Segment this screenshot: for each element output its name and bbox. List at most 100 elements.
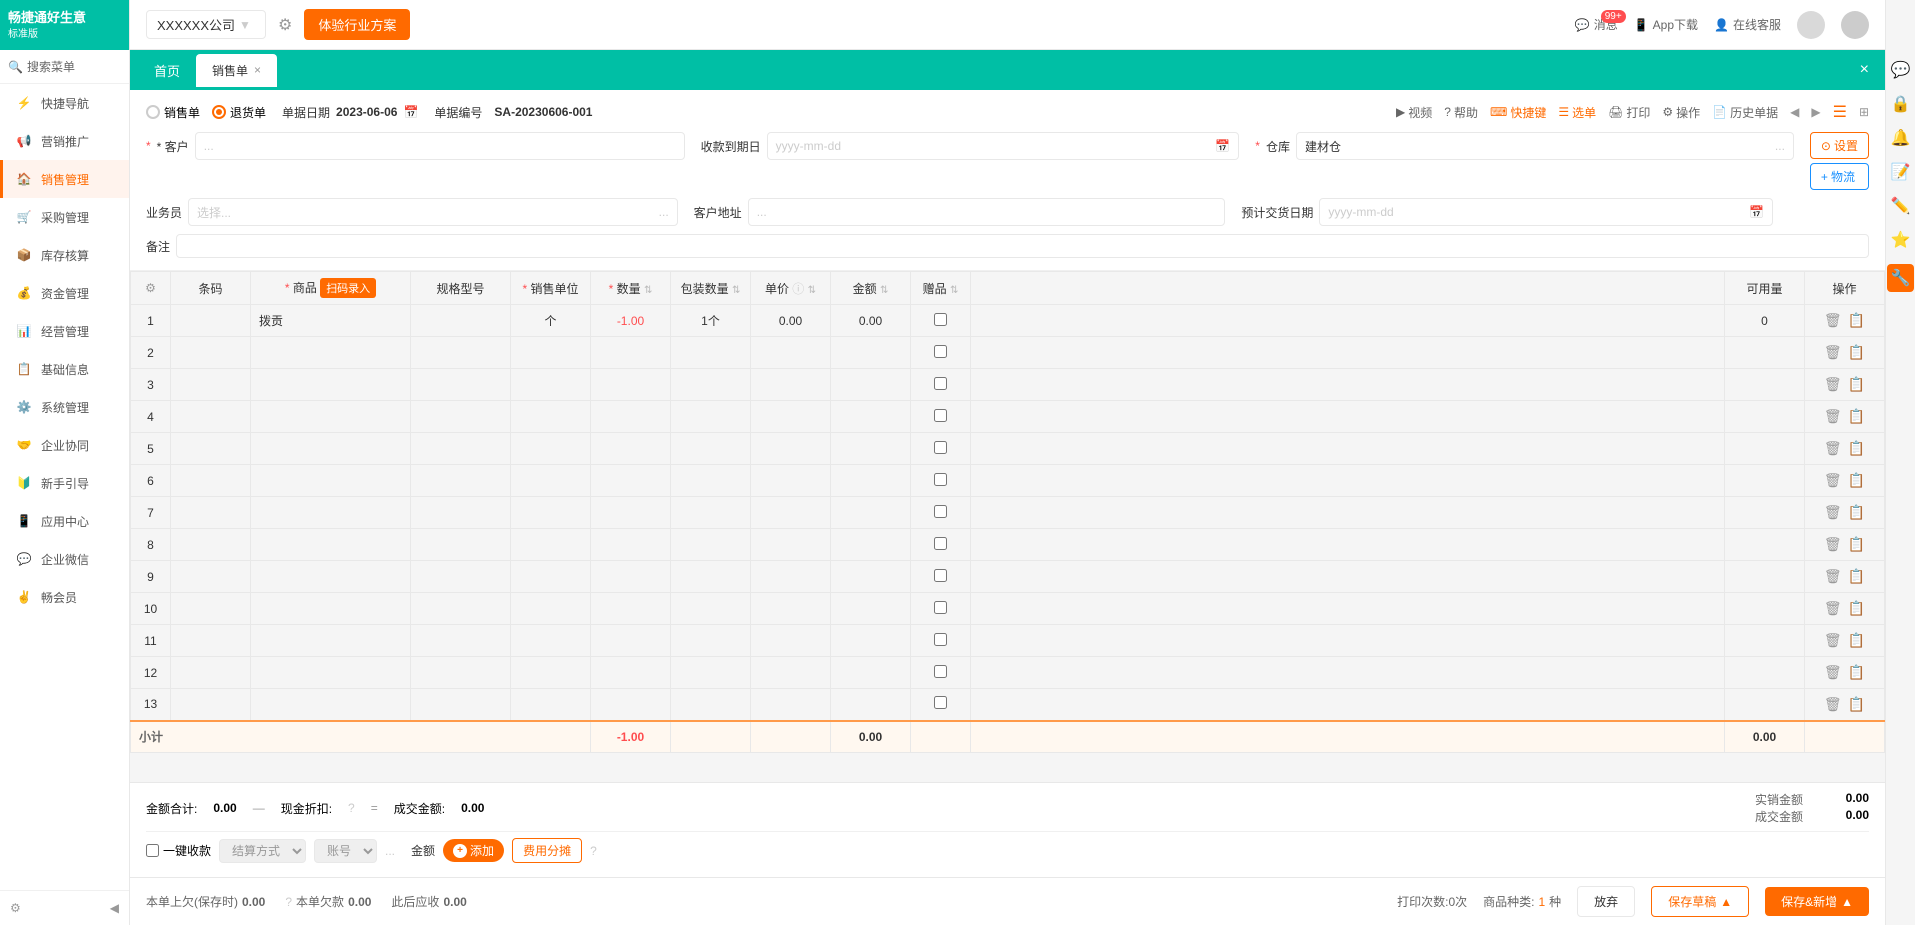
cell-unit[interactable] <box>511 369 591 401</box>
cell-qty[interactable] <box>591 465 671 497</box>
gift-checkbox[interactable] <box>934 377 947 390</box>
cell-gift[interactable] <box>911 657 971 689</box>
goods-type-value[interactable]: 1 <box>1538 895 1545 909</box>
cell-gift[interactable] <box>911 561 971 593</box>
delete-icon[interactable]: 🗑 <box>1824 344 1842 361</box>
cell-barcode[interactable] <box>171 465 251 497</box>
print-btn[interactable]: 🖨 打印 <box>1608 104 1650 121</box>
cell-amount[interactable] <box>831 497 911 529</box>
sidebar-item-member[interactable]: ✌️ 畅会员 <box>0 578 129 616</box>
cell-amount[interactable] <box>831 689 911 721</box>
gift-checkbox[interactable] <box>934 665 947 678</box>
cell-unit[interactable] <box>511 497 591 529</box>
cell-price[interactable] <box>751 529 831 561</box>
cell-amount[interactable] <box>831 433 911 465</box>
cell-amount[interactable]: 0.00 <box>831 305 911 337</box>
cell-barcode[interactable] <box>171 337 251 369</box>
radio-sales-order[interactable]: 销售单 <box>146 104 200 121</box>
delete-icon[interactable]: 🗑 <box>1824 568 1842 585</box>
cell-spec[interactable] <box>411 497 511 529</box>
cell-barcode[interactable] <box>171 529 251 561</box>
cell-goods[interactable] <box>251 401 411 433</box>
cell-spec[interactable] <box>411 593 511 625</box>
help-btn[interactable]: ? 帮助 <box>1444 104 1478 121</box>
right-panel-icon-6[interactable]: ⭐ <box>1891 230 1911 250</box>
cell-gift[interactable] <box>911 401 971 433</box>
gift-checkbox[interactable] <box>934 473 947 486</box>
due-date-calendar-icon[interactable]: 📅 <box>1215 139 1230 153</box>
cell-qty[interactable] <box>591 593 671 625</box>
copy-icon[interactable]: 📋 <box>1848 664 1865 681</box>
cell-qty[interactable] <box>591 561 671 593</box>
sidebar-item-wechat[interactable]: 💬 企业微信 <box>0 540 129 578</box>
customer-input[interactable]: ... <box>195 132 685 160</box>
view-grid-icon[interactable]: ⊞ <box>1859 105 1869 119</box>
cell-barcode[interactable] <box>171 401 251 433</box>
table-settings-btn[interactable]: ⚙ <box>143 279 158 297</box>
cell-remark[interactable] <box>971 593 1725 625</box>
cell-gift[interactable] <box>911 689 971 721</box>
col-settings[interactable]: ⚙ <box>131 272 171 305</box>
cell-remark[interactable] <box>971 337 1725 369</box>
price-info-icon[interactable]: ⓘ <box>792 282 804 296</box>
settings-gear-btn[interactable]: ⚙ <box>278 15 292 35</box>
warehouse-input[interactable]: 建材仓 ... <box>1296 132 1794 160</box>
customer-addr-input[interactable]: ... <box>748 198 1226 226</box>
delete-icon[interactable]: 🗑 <box>1824 408 1842 425</box>
cell-goods[interactable] <box>251 593 411 625</box>
sidebar-item-basic[interactable]: 📋 基础信息 <box>0 350 129 388</box>
cell-qty[interactable] <box>591 657 671 689</box>
cell-unit[interactable] <box>511 529 591 561</box>
cell-unit[interactable] <box>511 561 591 593</box>
right-panel-icon-1[interactable]: 💬 <box>1891 60 1911 80</box>
cell-gift[interactable] <box>911 465 971 497</box>
copy-icon[interactable]: 📋 <box>1848 408 1865 425</box>
cell-barcode[interactable] <box>171 369 251 401</box>
cell-pkg-qty[interactable] <box>671 337 751 369</box>
cell-price[interactable] <box>751 497 831 529</box>
sort-qty-icon[interactable]: ⇅ <box>644 285 652 296</box>
history-btn[interactable]: 📄 历史单据 <box>1712 104 1778 121</box>
cell-remark[interactable] <box>971 529 1725 561</box>
remark-input[interactable] <box>176 234 1869 258</box>
copy-icon[interactable]: 📋 <box>1848 344 1865 361</box>
copy-icon[interactable]: 📋 <box>1848 504 1865 521</box>
app-download-btn[interactable]: 📱 App下载 <box>1634 16 1698 33</box>
copy-icon[interactable]: 📋 <box>1848 632 1865 649</box>
gift-checkbox[interactable] <box>934 345 947 358</box>
cell-barcode[interactable] <box>171 305 251 337</box>
calc-method-select[interactable]: 结算方式 <box>219 839 306 863</box>
delete-icon[interactable]: 🗑 <box>1824 696 1842 713</box>
tab-close-icon[interactable]: × <box>254 63 261 77</box>
copy-icon[interactable]: 📋 <box>1848 376 1865 393</box>
cash-discount-help[interactable]: ? <box>348 801 355 815</box>
cell-gift[interactable] <box>911 337 971 369</box>
cell-qty[interactable] <box>591 497 671 529</box>
sidebar-item-finance[interactable]: 💰 资金管理 <box>0 274 129 312</box>
cell-spec[interactable] <box>411 689 511 721</box>
copy-icon[interactable]: 📋 <box>1848 440 1865 457</box>
trial-btn[interactable]: 体验行业方案 <box>304 9 410 40</box>
online-service-btn[interactable]: 👤 在线客服 <box>1714 16 1781 33</box>
cell-gift[interactable] <box>911 625 971 657</box>
cell-spec[interactable] <box>411 561 511 593</box>
sidebar-item-apps[interactable]: 📱 应用中心 <box>0 502 129 540</box>
cell-unit[interactable] <box>511 689 591 721</box>
cell-price[interactable] <box>751 593 831 625</box>
cell-goods[interactable] <box>251 689 411 721</box>
cell-gift[interactable] <box>911 497 971 529</box>
sort-price-icon[interactable]: ⇅ <box>808 285 816 296</box>
cell-pkg-qty[interactable] <box>671 657 751 689</box>
tab-sales-order[interactable]: 销售单 × <box>196 54 277 87</box>
cell-qty[interactable] <box>591 529 671 561</box>
expense-btn[interactable]: 费用分摊 <box>512 838 582 863</box>
cell-pkg-qty[interactable] <box>671 369 751 401</box>
cell-unit[interactable] <box>511 593 591 625</box>
cell-goods[interactable] <box>251 337 411 369</box>
cell-barcode[interactable] <box>171 433 251 465</box>
copy-icon[interactable]: 📋 <box>1848 696 1865 713</box>
nav-next-icon[interactable]: ▶ <box>1811 105 1820 119</box>
salesman-input[interactable]: 选择... ... <box>188 198 678 226</box>
cell-spec[interactable] <box>411 305 511 337</box>
cell-amount[interactable] <box>831 337 911 369</box>
